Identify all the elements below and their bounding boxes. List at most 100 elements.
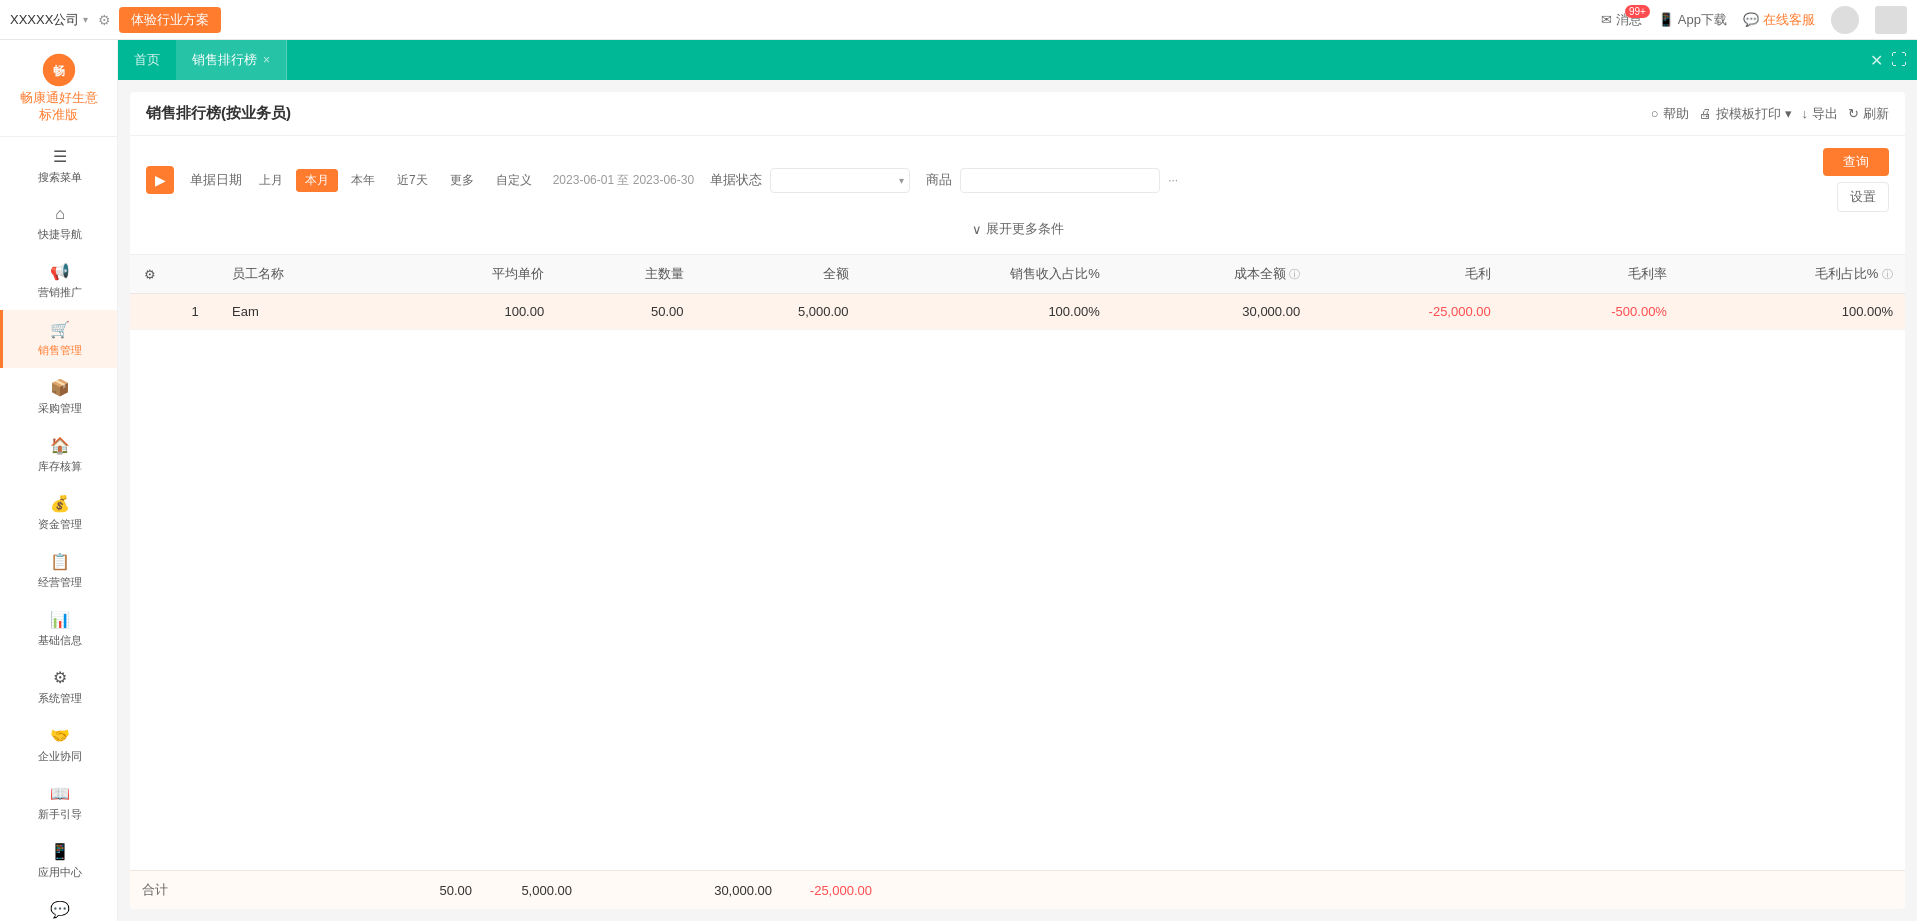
table-container: ⚙ 员工名称 平均单价 主数量 全额 销售收入占比% 成本全额 ⓘ 毛利 毛利率 xyxy=(130,255,1905,870)
th-gross-pct: 毛利占比% ⓘ xyxy=(1679,255,1905,294)
expand-label: 展开更多条件 xyxy=(986,220,1064,238)
tab-close-icon[interactable]: × xyxy=(263,53,270,67)
sidebar-item-marketing[interactable]: 📢 营销推广 xyxy=(0,252,117,310)
th-qty: 主数量 xyxy=(556,255,695,294)
wechat-icon: 💬 xyxy=(50,900,70,919)
sidebar: 畅 畅康通好生意 标准版 ☰ 搜索菜单 ⌂ 快捷导航 📢 营销推广 🛒 销售管理… xyxy=(0,40,118,921)
date-tag-this-year[interactable]: 本年 xyxy=(342,169,384,192)
footer-cost: 30,000.00 xyxy=(692,883,772,898)
company-selector[interactable]: XXXXX公司 ▾ xyxy=(10,11,88,29)
finance-icon: 💰 xyxy=(50,494,70,513)
sidebar-item-system[interactable]: ⚙ 系统管理 xyxy=(0,658,117,716)
sidebar-item-inventory[interactable]: 🏠 库存核算 xyxy=(0,426,117,484)
enterprise-icon: 🤝 xyxy=(50,726,70,745)
user-name-display xyxy=(1875,6,1907,34)
table-footer: 合计 50.00 5,000.00 30,000.00 -25,000.00 xyxy=(130,870,1905,909)
cell-cost: 30,000.00 xyxy=(1112,294,1312,330)
operation-icon: 📋 xyxy=(50,552,70,571)
tab-home[interactable]: 首页 xyxy=(118,40,176,80)
page-content: 销售排行榜(按业务员) ○ 帮助 🖨 按模板打印 ▾ ↓ xyxy=(118,80,1917,921)
cell-sales-pct: 100.00% xyxy=(861,294,1112,330)
tab-sales-ranking[interactable]: 销售排行榜 × xyxy=(176,40,287,80)
help-icon: ○ xyxy=(1651,106,1659,121)
sidebar-item-guide[interactable]: 📖 新手引导 xyxy=(0,774,117,832)
sidebar-item-basicinfo[interactable]: 📊 基础信息 xyxy=(0,600,117,658)
date-filter: 单据日期 上月 本月 本年 近7天 更多 自定义 2023-06-01 至 20… xyxy=(190,169,694,192)
query-button[interactable]: 查询 xyxy=(1823,148,1889,176)
tab-label: 销售排行榜 xyxy=(192,51,257,69)
th-amount: 全额 xyxy=(696,255,861,294)
online-service-button[interactable]: 💬 在线客服 xyxy=(1743,11,1815,29)
logo-icon: 畅 xyxy=(41,52,77,88)
service-icon: 💬 xyxy=(1743,12,1759,27)
sidebar-item-enterprise[interactable]: 🤝 企业协同 xyxy=(0,716,117,774)
sales-icon: 🛒 xyxy=(50,320,70,339)
system-icon: ⚙ xyxy=(53,668,67,687)
refresh-button[interactable]: ↻ 刷新 xyxy=(1848,105,1889,123)
content-area: 首页 销售排行榜 × ✕ ⛶ 销售排行榜(按业务员) ○ 帮助 xyxy=(118,40,1917,921)
tabbar-right: ✕ ⛶ xyxy=(1870,51,1917,70)
sidebar-item-operation[interactable]: 📋 经营管理 xyxy=(0,542,117,600)
marketing-icon: 📢 xyxy=(50,262,70,281)
th-cost: 成本全额 ⓘ xyxy=(1112,255,1312,294)
guide-icon: 📖 xyxy=(50,784,70,803)
sidebar-item-purchase[interactable]: 📦 采购管理 xyxy=(0,368,117,426)
message-button[interactable]: ✉ 消息 99+ xyxy=(1601,11,1642,29)
table-row: 1 Eam 100.00 50.00 5,000.00 100.00% 30,0… xyxy=(130,294,1905,330)
sidebar-item-quicknav[interactable]: ⌂ 快捷导航 xyxy=(0,195,117,252)
sidebar-item-sales[interactable]: 🛒 销售管理 xyxy=(0,310,117,368)
page-card: 销售排行榜(按业务员) ○ 帮助 🖨 按模板打印 ▾ ↓ xyxy=(130,92,1905,909)
sidebar-item-search[interactable]: ☰ 搜索菜单 xyxy=(0,137,117,195)
filter-toggle-button[interactable]: ▶ xyxy=(146,166,174,194)
export-button[interactable]: ↓ 导出 xyxy=(1802,105,1839,123)
date-tag-this-month[interactable]: 本月 xyxy=(296,169,338,192)
date-tag-custom[interactable]: 自定义 xyxy=(487,169,541,192)
help-button[interactable]: ○ 帮助 xyxy=(1651,105,1689,123)
date-tag-last-month[interactable]: 上月 xyxy=(250,169,292,192)
th-settings: ⚙ xyxy=(130,255,170,294)
page-title: 销售排行榜(按业务员) xyxy=(146,104,1651,123)
sidebar-item-appcenter[interactable]: 📱 应用中心 xyxy=(0,832,117,890)
date-tag-7days[interactable]: 近7天 xyxy=(388,169,437,192)
message-icon: ✉ xyxy=(1601,12,1612,27)
print-button[interactable]: 🖨 按模板打印 ▾ xyxy=(1699,105,1792,123)
page-header: 销售排行榜(按业务员) ○ 帮助 🖨 按模板打印 ▾ ↓ xyxy=(130,92,1905,136)
th-sales-pct: 销售收入占比% xyxy=(861,255,1112,294)
trial-button[interactable]: 体验行业方案 xyxy=(119,7,221,33)
company-chevron: ▾ xyxy=(83,14,88,25)
filter-area: ▶ 单据日期 上月 本月 本年 近7天 更多 自定义 xyxy=(130,136,1905,255)
sidebar-item-wechat[interactable]: 💬 企业微信 xyxy=(0,890,117,921)
topbar-settings-icon[interactable]: ⚙ xyxy=(98,12,111,28)
quicknav-icon: ⌂ xyxy=(55,205,65,223)
cell-rank: 1 xyxy=(170,294,220,330)
status-select[interactable] xyxy=(770,168,910,193)
app-download-button[interactable]: 📱 App下载 xyxy=(1658,11,1727,29)
print-chevron-icon: ▾ xyxy=(1785,106,1792,121)
tab-maximize-icon[interactable]: ⛶ xyxy=(1891,51,1907,69)
date-range-text: 2023-06-01 至 2023-06-30 xyxy=(553,172,694,189)
cell-gross-pct: 100.00% xyxy=(1679,294,1905,330)
goods-label: 商品 xyxy=(926,171,952,189)
goods-more-icon[interactable]: ··· xyxy=(1168,173,1178,187)
settings-button[interactable]: 设置 xyxy=(1837,182,1889,212)
basicinfo-icon: 📊 xyxy=(50,610,70,629)
status-select-wrapper xyxy=(770,168,910,193)
app-icon: 📱 xyxy=(1658,12,1674,27)
print-icon: 🖨 xyxy=(1699,106,1712,121)
expand-row: ∨ 展开更多条件 xyxy=(146,212,1889,242)
goods-input[interactable] xyxy=(960,168,1160,193)
th-avg-price: 平均单价 xyxy=(388,255,556,294)
date-tag-more[interactable]: 更多 xyxy=(441,169,483,192)
svg-text:畅: 畅 xyxy=(53,64,65,77)
th-gross-rate: 毛利率 xyxy=(1503,255,1679,294)
grosspct-info-icon: ⓘ xyxy=(1882,268,1893,280)
expand-conditions-button[interactable]: ∨ 展开更多条件 xyxy=(972,220,1064,238)
tab-close-window-icon[interactable]: ✕ xyxy=(1870,51,1883,70)
sidebar-item-finance[interactable]: 💰 资金管理 xyxy=(0,484,117,542)
avatar[interactable] xyxy=(1831,6,1859,34)
cell-gross-rate: -500.00% xyxy=(1503,294,1679,330)
goods-filter: 商品 ··· xyxy=(926,168,1178,193)
th-rank xyxy=(170,255,220,294)
service-label: 在线客服 xyxy=(1763,11,1815,29)
cell-gross: -25,000.00 xyxy=(1312,294,1503,330)
